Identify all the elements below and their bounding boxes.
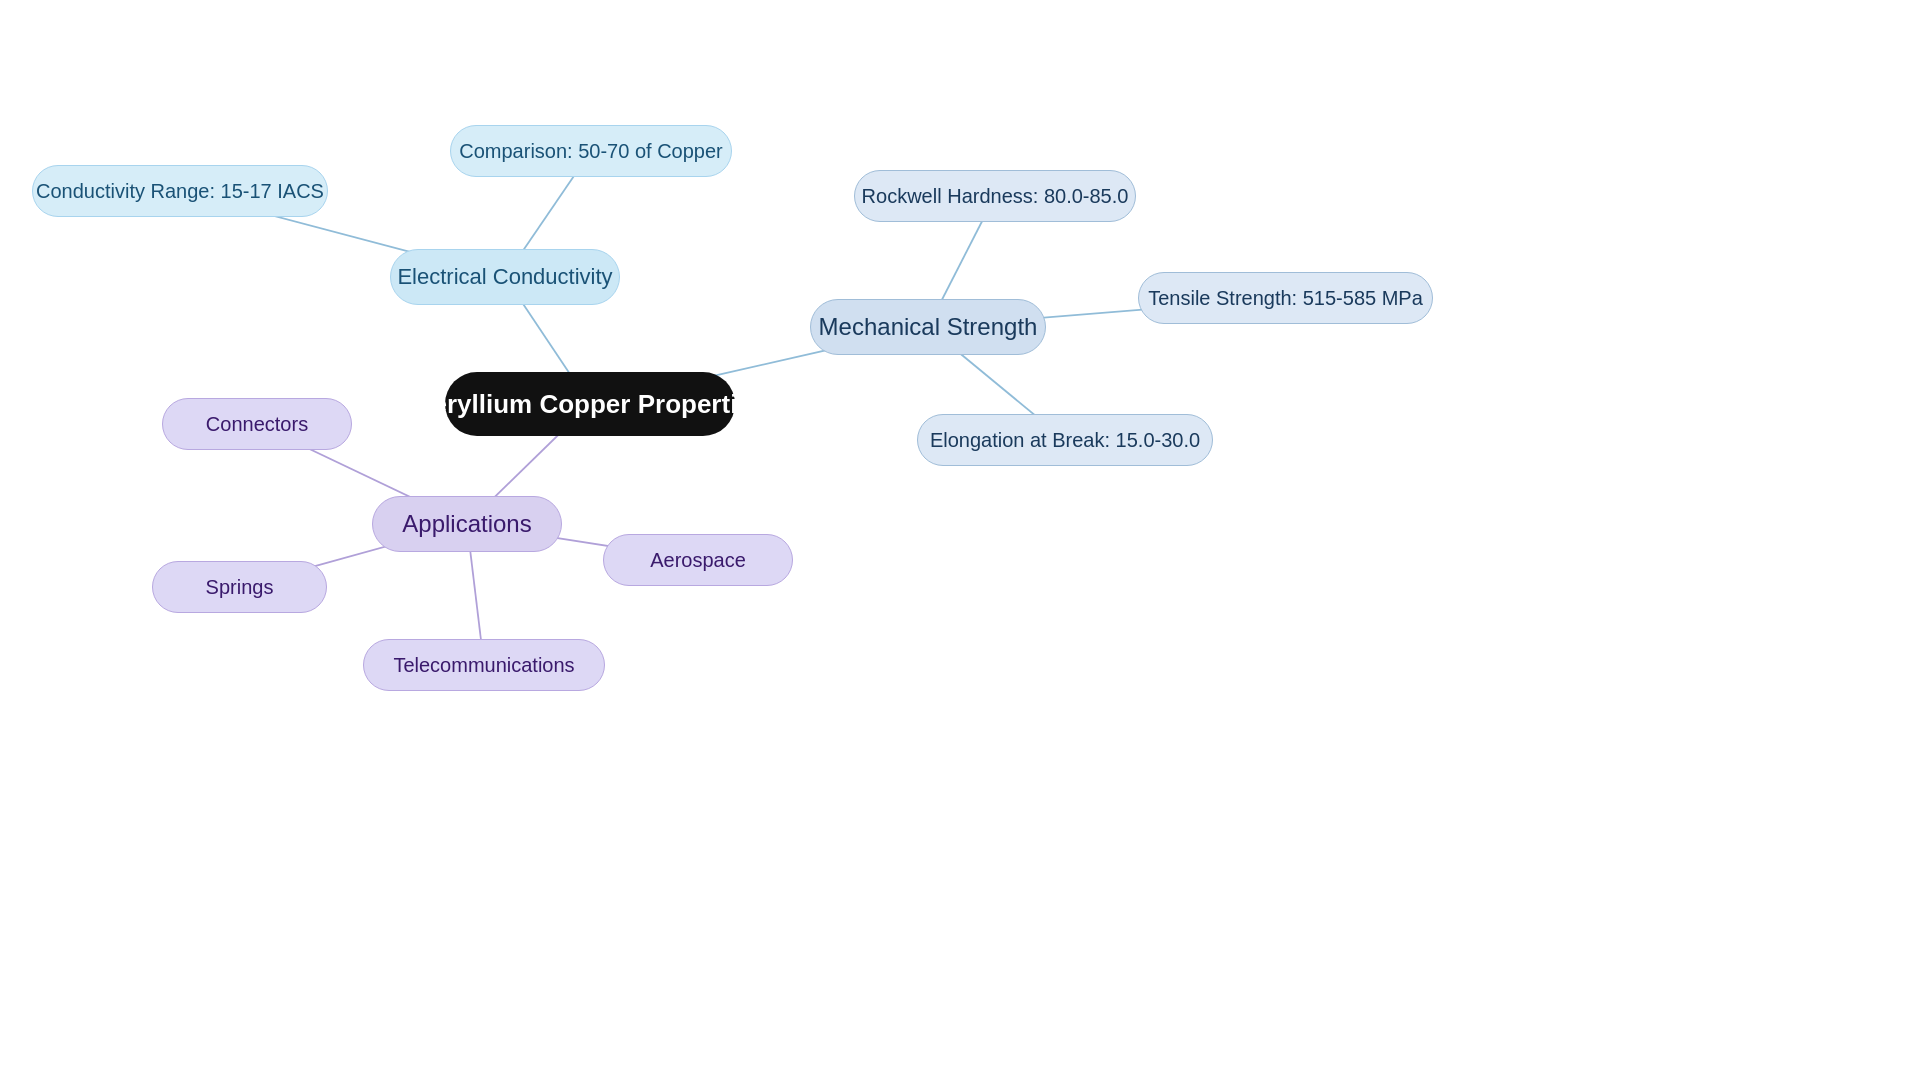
electrical-conductivity-node: Electrical Conductivity bbox=[390, 249, 620, 305]
comparison-node: Comparison: 50-70 of Copper bbox=[450, 125, 732, 177]
center-node: Beryllium Copper Properties bbox=[445, 372, 735, 436]
mechanical-strength-node: Mechanical Strength bbox=[810, 299, 1046, 355]
springs-node: Springs bbox=[152, 561, 327, 613]
conductivity-range-node: Conductivity Range: 15-17 IACS bbox=[32, 165, 328, 217]
aerospace-node: Aerospace bbox=[603, 534, 793, 586]
tensile-strength-node: Tensile Strength: 515-585 MPa bbox=[1138, 272, 1433, 324]
applications-node: Applications bbox=[372, 496, 562, 552]
telecommunications-node: Telecommunications bbox=[363, 639, 605, 691]
connectors-node: Connectors bbox=[162, 398, 352, 450]
elongation-break-node: Elongation at Break: 15.0-30.0 bbox=[917, 414, 1213, 466]
rockwell-hardness-node: Rockwell Hardness: 80.0-85.0 bbox=[854, 170, 1136, 222]
